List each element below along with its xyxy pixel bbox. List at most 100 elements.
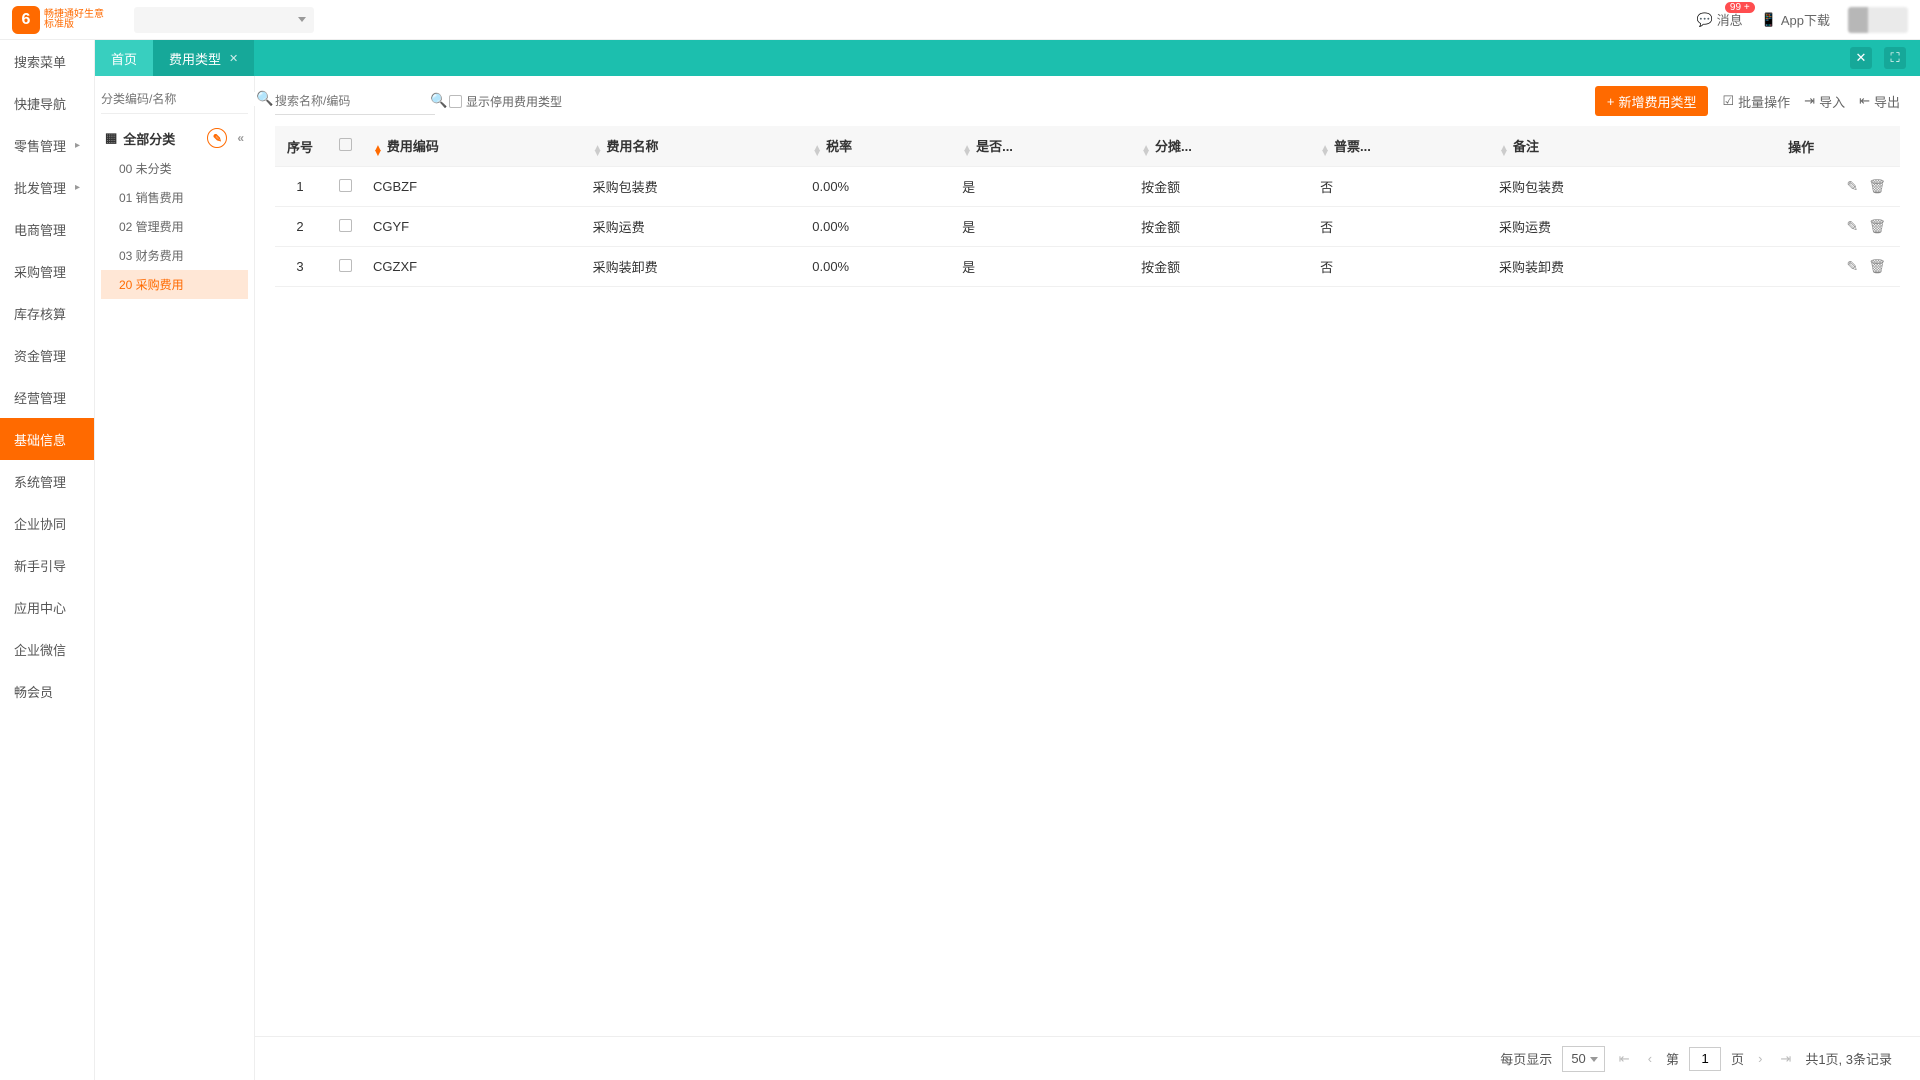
checkbox-icon [339, 259, 352, 272]
category-search-input[interactable] [101, 92, 256, 106]
tree-root[interactable]: ▦ 全部分类 ✎ « [101, 122, 248, 154]
column-label: 税率 [826, 139, 852, 154]
sidebar-item[interactable]: 畅会员 [0, 670, 94, 712]
column-label: 是否... [976, 139, 1013, 154]
sidebar-item[interactable]: 搜索菜单 [0, 40, 94, 82]
column-header[interactable]: ▲▼普票... [1312, 126, 1491, 167]
import-button[interactable]: ⇥ 导入 [1804, 92, 1845, 111]
column-header[interactable]: ▲▼费用名称 [585, 126, 805, 167]
sidebar-item[interactable]: 经营管理 [0, 376, 94, 418]
sidebar-item[interactable]: 资金管理 [0, 334, 94, 376]
table-container: 序号▲▼费用编码▲▼费用名称▲▼税率▲▼是否...▲▼分摊...▲▼普票...▲… [275, 126, 1900, 1036]
tab-close-button[interactable]: ✕ [1850, 47, 1872, 69]
column-header[interactable]: 操作 [1708, 126, 1900, 167]
sidebar-item[interactable]: 电商管理 [0, 208, 94, 250]
app-download-link[interactable]: 📱 App下载 [1761, 10, 1830, 29]
messages-badge: 99 + [1725, 2, 1755, 13]
batch-ops-button[interactable]: ☑ 批量操作 [1722, 92, 1790, 111]
sidebar-item[interactable]: 库存核算 [0, 292, 94, 334]
column-header[interactable]: 序号 [275, 126, 325, 167]
row-checkbox-cell[interactable] [325, 207, 365, 247]
tab-fee-type[interactable]: 费用类型 ✕ [153, 40, 254, 76]
page-size-value: 50 [1571, 1051, 1585, 1066]
tree-item[interactable]: 20 采购费用 [101, 270, 248, 299]
tree-item[interactable]: 00 未分类 [101, 154, 248, 183]
page-input[interactable] [1689, 1047, 1721, 1071]
table-row: 1CGBZF采购包装费0.00%是按金额否采购包装费✎🗑 [275, 167, 1900, 207]
tree-item[interactable]: 01 销售费用 [101, 183, 248, 212]
logo-text: 畅捷通好生意 标准版 [44, 10, 104, 30]
delete-icon[interactable]: 🗑 [1868, 218, 1886, 234]
sidebar-item[interactable]: 基础信息 [0, 418, 94, 460]
add-fee-type-button[interactable]: 新增费用类型 [1595, 86, 1709, 116]
pager-next-button[interactable]: › [1754, 1051, 1766, 1066]
cell-yn: 是 [954, 247, 1133, 287]
collapse-tree-icon[interactable]: « [237, 131, 244, 145]
table-row: 3CGZXF采购装卸费0.00%是按金额否采购装卸费✎🗑 [275, 247, 1900, 287]
tab-bar: 首页 费用类型 ✕ ✕ ⛶ [0, 40, 1920, 76]
sidebar-item[interactable]: 应用中心 [0, 586, 94, 628]
column-header[interactable]: ▲▼ 是否... [954, 126, 1133, 167]
grid-icon: ▦ [105, 130, 117, 146]
search-icon[interactable]: 🔍 [430, 92, 447, 109]
column-header[interactable]: ▲▼ 税率 [804, 126, 954, 167]
sidebar-item[interactable]: 批发管理▸ [0, 166, 94, 208]
column-header[interactable]: ▲▼费用编码 [365, 126, 585, 167]
delete-icon[interactable]: 🗑 [1868, 258, 1886, 274]
edit-category-button[interactable]: ✎ [207, 128, 227, 148]
sidebar-item[interactable]: 企业微信 [0, 628, 94, 670]
export-button[interactable]: ⇤ 导出 [1859, 92, 1900, 111]
cell-remark: 采购装卸费 [1491, 247, 1708, 287]
messages-link[interactable]: 💬 消息 99 + [1696, 10, 1742, 29]
pager-prev-button[interactable]: ‹ [1644, 1051, 1656, 1066]
row-checkbox-cell[interactable] [325, 167, 365, 207]
sidebar-item[interactable]: 新手引导 [0, 544, 94, 586]
cell-name: 采购包装费 [585, 167, 805, 207]
logo-area: 6 畅捷通好生意 标准版 [12, 6, 104, 34]
tree-item[interactable]: 02 管理费用 [101, 212, 248, 241]
row-checkbox-cell[interactable] [325, 247, 365, 287]
sidebar-item[interactable]: 零售管理▸ [0, 124, 94, 166]
sort-icon: ▲▼ [812, 146, 822, 156]
fullscreen-button[interactable]: ⛶ [1884, 47, 1906, 69]
add-label: 新增费用类型 [1618, 92, 1696, 111]
avatar[interactable] [1848, 7, 1908, 33]
name-search-input[interactable] [275, 94, 430, 108]
edit-icon[interactable]: ✎ [1846, 178, 1858, 194]
cell-name: 采购运费 [585, 207, 805, 247]
sidebar-item[interactable]: 快捷导航 [0, 82, 94, 124]
page-suffix: 页 [1731, 1049, 1744, 1068]
search-icon[interactable]: 🔍 [256, 90, 273, 107]
company-selector[interactable] [134, 7, 314, 33]
page-size-select[interactable]: 50 [1562, 1046, 1604, 1072]
cell-yn: 是 [954, 167, 1133, 207]
pager-last-button[interactable]: ⇥ [1776, 1051, 1795, 1067]
column-header[interactable]: ▲▼分摊... [1133, 126, 1312, 167]
close-icon[interactable]: ✕ [229, 52, 238, 65]
checkbox-icon [339, 179, 352, 192]
sort-icon: ▲▼ [962, 146, 972, 156]
column-label: 分摊... [1155, 139, 1192, 154]
cell-seq: 1 [275, 167, 325, 207]
tab-home[interactable]: 首页 [95, 40, 153, 76]
edit-icon[interactable]: ✎ [1846, 258, 1858, 274]
import-icon: ⇥ [1804, 93, 1815, 109]
chevron-right-icon: ▸ [75, 182, 80, 193]
sidebar-item[interactable]: 系统管理 [0, 460, 94, 502]
fee-type-table: 序号▲▼费用编码▲▼费用名称▲▼税率▲▼是否...▲▼分摊...▲▼普票...▲… [275, 126, 1900, 287]
select-all-header[interactable] [325, 126, 365, 167]
sidebar-item[interactable]: 企业协同 [0, 502, 94, 544]
export-label: 导出 [1874, 92, 1900, 111]
cell-code: CGBZF [365, 167, 585, 207]
edit-icon[interactable]: ✎ [1846, 218, 1858, 234]
table-row: 2CGYF采购运费0.00%是按金额否采购运费✎🗑 [275, 207, 1900, 247]
show-disabled-checkbox[interactable]: 显示停用费用类型 [449, 93, 562, 110]
sidebar-item[interactable]: 采购管理 [0, 250, 94, 292]
pager-first-button[interactable]: ⇤ [1615, 1051, 1634, 1067]
delete-icon[interactable]: 🗑 [1868, 178, 1886, 194]
category-tree-panel: 🔍 ▦ 全部分类 ✎ « 00 未分类01 销售费用02 管理费用03 财务费用… [95, 76, 255, 1080]
column-header[interactable]: ▲▼备注 [1491, 126, 1708, 167]
tree-item[interactable]: 03 财务费用 [101, 241, 248, 270]
cell-name: 采购装卸费 [585, 247, 805, 287]
pager: 每页显示 50 ⇤ ‹ 第 页 › ⇥ 共1页, 3条记录 [255, 1036, 1920, 1080]
